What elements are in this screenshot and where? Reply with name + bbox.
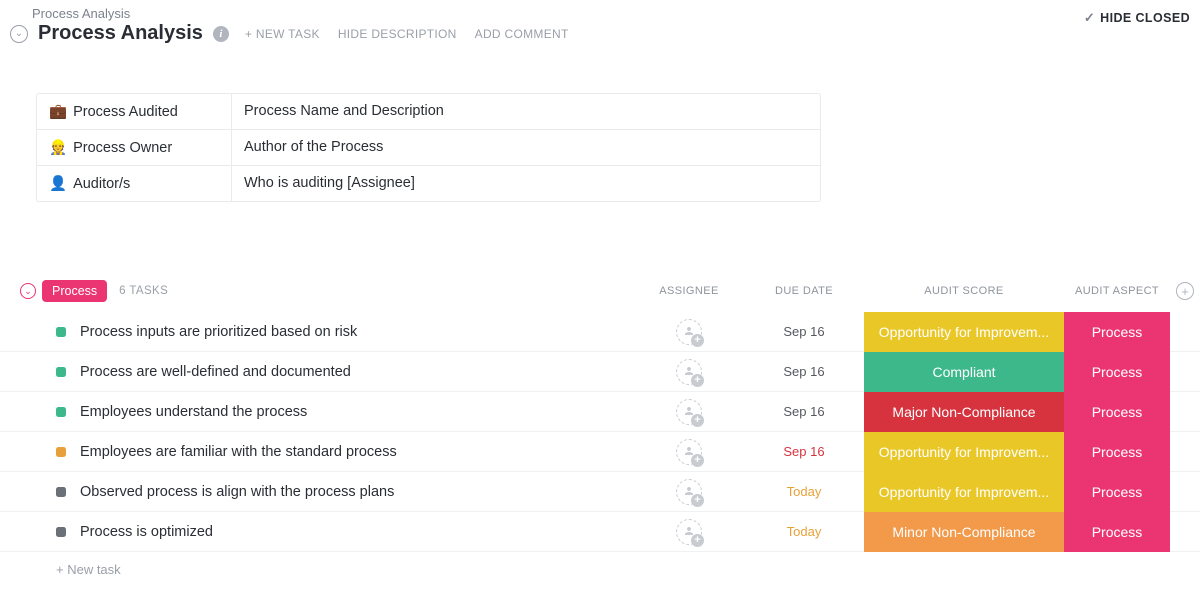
audit-aspect-pill[interactable]: Process xyxy=(1064,472,1170,512)
task-name[interactable]: Employees are familiar with the standard… xyxy=(80,444,634,460)
audit-aspect-pill[interactable]: Process xyxy=(1064,312,1170,352)
due-date[interactable]: Sep 16 xyxy=(744,364,864,379)
assign-user-icon[interactable] xyxy=(676,479,702,505)
audit-score-pill[interactable]: Major Non-Compliance xyxy=(864,392,1064,432)
list-header: ⌄ Process 6 TASKS ASSIGNEE DUE DATE AUDI… xyxy=(0,280,1200,302)
description-table: 💼Process AuditedProcess Name and Descrip… xyxy=(36,93,821,202)
task-count: 6 TASKS xyxy=(119,285,168,297)
due-date[interactable]: Today xyxy=(744,524,864,539)
audit-score-pill[interactable]: Minor Non-Compliance xyxy=(864,512,1064,552)
assignee-cell[interactable] xyxy=(634,359,744,385)
column-header-audit-aspect[interactable]: AUDIT ASPECT xyxy=(1064,285,1170,297)
status-indicator[interactable] xyxy=(56,367,66,377)
assignee-cell[interactable] xyxy=(634,439,744,465)
hide-description-button[interactable]: HIDE DESCRIPTION xyxy=(338,27,457,41)
status-indicator[interactable] xyxy=(56,487,66,497)
task-name[interactable]: Process is optimized xyxy=(80,524,634,540)
audit-score-pill[interactable]: Opportunity for Improvem... xyxy=(864,312,1064,352)
audit-aspect-pill[interactable]: Process xyxy=(1064,432,1170,472)
task-name[interactable]: Employees understand the process xyxy=(80,404,634,420)
audit-aspect-pill[interactable]: Process xyxy=(1064,352,1170,392)
chevron-down-icon[interactable]: ⌄ xyxy=(20,283,36,299)
status-indicator[interactable] xyxy=(56,327,66,337)
due-date[interactable]: Today xyxy=(744,484,864,499)
add-column-button[interactable]: + xyxy=(1176,282,1194,300)
task-name[interactable]: Process inputs are prioritized based on … xyxy=(80,324,634,340)
check-icon: ✓ xyxy=(1084,10,1095,26)
chevron-down-icon[interactable]: ⌄ xyxy=(10,25,28,43)
assign-user-icon[interactable] xyxy=(676,439,702,465)
column-header-audit-score[interactable]: AUDIT SCORE xyxy=(864,285,1064,297)
hide-closed-label: HIDE CLOSED xyxy=(1100,11,1190,25)
task-row[interactable]: Process inputs are prioritized based on … xyxy=(0,312,1200,352)
breadcrumb[interactable]: Process Analysis xyxy=(10,6,569,21)
task-row[interactable]: Employees are familiar with the standard… xyxy=(0,432,1200,472)
meta-label: 👷Process Owner xyxy=(37,130,232,165)
meta-row: 💼Process AuditedProcess Name and Descrip… xyxy=(37,94,820,130)
task-row[interactable]: Process is optimized TodayMinor Non-Compl… xyxy=(0,512,1200,552)
task-name[interactable]: Process are well-defined and documented xyxy=(80,364,634,380)
column-header-assignee[interactable]: ASSIGNEE xyxy=(634,285,744,297)
assignee-cell[interactable] xyxy=(634,319,744,345)
list-status-badge[interactable]: Process xyxy=(42,280,107,302)
due-date[interactable]: Sep 16 xyxy=(744,324,864,339)
due-date[interactable]: Sep 16 xyxy=(744,444,864,459)
task-row[interactable]: Observed process is align with the proce… xyxy=(0,472,1200,512)
meta-row: 👤Auditor/sWho is auditing [Assignee] xyxy=(37,166,820,201)
assignee-cell[interactable] xyxy=(634,399,744,425)
new-task-button[interactable]: + NEW TASK xyxy=(245,27,320,41)
task-row[interactable]: Employees understand the process Sep 16Ma… xyxy=(0,392,1200,432)
assignee-cell[interactable] xyxy=(634,479,744,505)
assign-user-icon[interactable] xyxy=(676,399,702,425)
task-row[interactable]: Process are well-defined and documented S… xyxy=(0,352,1200,392)
audit-score-pill[interactable]: Compliant xyxy=(864,352,1064,392)
add-comment-button[interactable]: ADD COMMENT xyxy=(475,27,569,41)
hide-closed-toggle[interactable]: ✓ HIDE CLOSED xyxy=(1084,6,1190,26)
meta-icon: 👷 xyxy=(49,139,67,156)
audit-score-pill[interactable]: Opportunity for Improvem... xyxy=(864,472,1064,512)
meta-row: 👷Process OwnerAuthor of the Process xyxy=(37,130,820,166)
audit-score-pill[interactable]: Opportunity for Improvem... xyxy=(864,432,1064,472)
meta-label: 👤Auditor/s xyxy=(37,166,232,201)
page-title: Process Analysis xyxy=(38,22,203,45)
assign-user-icon[interactable] xyxy=(676,359,702,385)
meta-icon: 💼 xyxy=(49,103,67,120)
column-header-due-date[interactable]: DUE DATE xyxy=(744,285,864,297)
meta-label: 💼Process Audited xyxy=(37,94,232,129)
new-task-button[interactable]: + New task xyxy=(0,552,1200,577)
status-indicator[interactable] xyxy=(56,407,66,417)
meta-value[interactable]: Who is auditing [Assignee] xyxy=(232,166,820,201)
assignee-cell[interactable] xyxy=(634,519,744,545)
meta-value[interactable]: Author of the Process xyxy=(232,130,820,165)
audit-aspect-pill[interactable]: Process xyxy=(1064,512,1170,552)
meta-icon: 👤 xyxy=(49,175,67,192)
assign-user-icon[interactable] xyxy=(676,519,702,545)
due-date[interactable]: Sep 16 xyxy=(744,404,864,419)
task-name[interactable]: Observed process is align with the proce… xyxy=(80,484,634,500)
meta-value[interactable]: Process Name and Description xyxy=(232,94,820,129)
status-indicator[interactable] xyxy=(56,447,66,457)
info-icon[interactable]: i xyxy=(213,26,229,42)
audit-aspect-pill[interactable]: Process xyxy=(1064,392,1170,432)
status-indicator[interactable] xyxy=(56,527,66,537)
assign-user-icon[interactable] xyxy=(676,319,702,345)
